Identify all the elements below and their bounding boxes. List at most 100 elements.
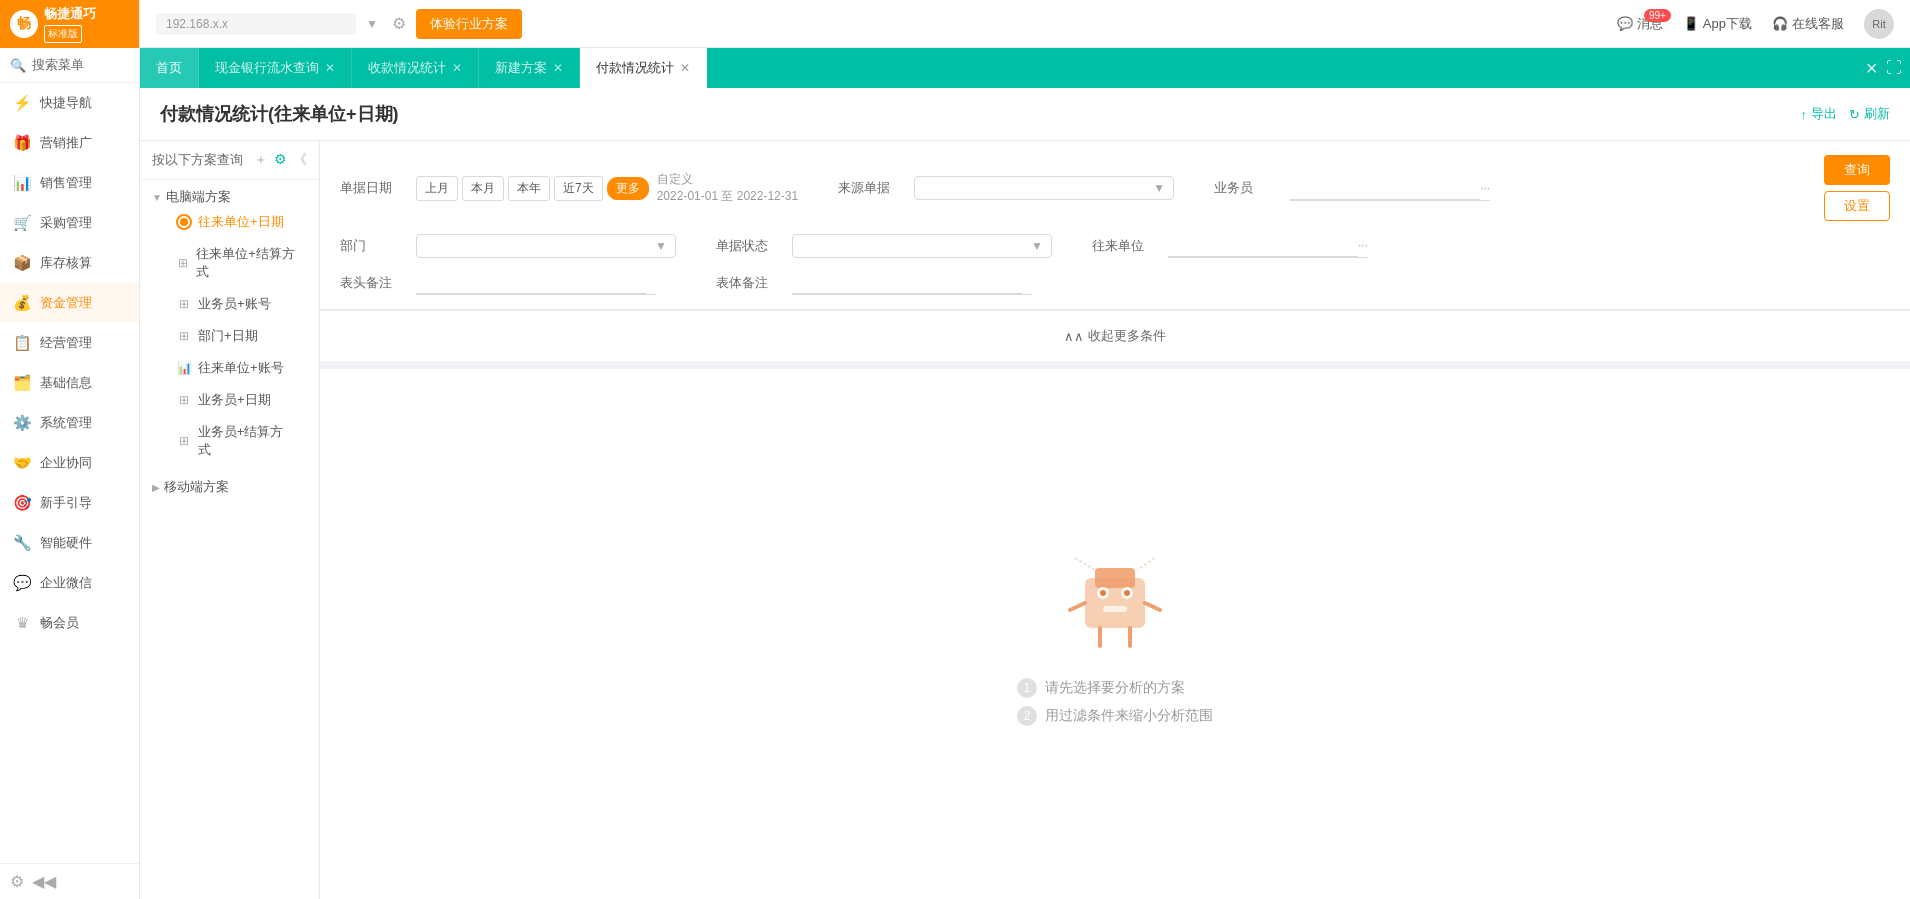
settings-button[interactable]: 设置 [1824,191,1890,221]
scheme-item-partner-account[interactable]: 📊 往来单位+账号 [152,352,307,384]
search-label: 搜索菜单 [32,56,84,74]
date-btn-7days[interactable]: 近7天 [554,176,603,201]
sidebar-item-marketing[interactable]: 🎁 营销推广 [0,123,139,163]
main-area: 192.168.x.x ▼ ⚙ 体验行业方案 💬 消息 99+ 📱 App下载 … [140,0,1910,899]
scheme-item-label: 业务员+结算方式 [198,423,295,459]
sidebar-item-hardware[interactable]: 🔧 智能硬件 [0,523,139,563]
tab-bar: 首页 现金银行流水查询 ✕ 收款情况统计 ✕ 新建方案 ✕ 付款情况统计 ✕ ✕… [140,48,1910,88]
settings-footer-icon[interactable]: ⚙ [10,872,24,891]
purchase-icon: 🛒 [12,213,32,233]
collapse-filters-button[interactable]: ∧∧ 收起更多条件 [1044,321,1186,351]
svg-point-5 [1124,590,1130,596]
content-body: 按以下方案查询 ＋ ⚙ 《 ▼ 电脑端方案 [140,141,1910,899]
dept-select[interactable]: ▼ [416,234,676,258]
collapse-sidebar-icon[interactable]: ◀◀ [32,872,56,891]
sidebar-item-label: 基础信息 [40,374,92,392]
sidebar-item-inventory[interactable]: 📦 库存核算 [0,243,139,283]
scheme-panel-title: 按以下方案查询 [152,151,248,169]
settings-scheme-icon[interactable]: ⚙ [274,151,287,169]
sidebar-item-purchase[interactable]: 🛒 采购管理 [0,203,139,243]
svg-point-4 [1100,590,1106,596]
sidebar-item-wechat[interactable]: 💬 企业微信 [0,563,139,603]
refresh-button[interactable]: ↻ 刷新 [1849,105,1890,123]
scheme-item-label: 业务员+日期 [198,391,271,409]
source-select[interactable]: ▼ [914,176,1174,200]
scheme-item-dept-date[interactable]: ⊞ 部门+日期 [152,320,307,352]
topbar-settings-icon[interactable]: ⚙ [392,14,406,33]
quick-nav-icon: ⚡ [12,93,32,113]
scheme-item-staff-account[interactable]: ⊞ 业务员+账号 [152,288,307,320]
body-note-input[interactable] [792,270,1022,294]
staff-input[interactable] [1290,176,1480,200]
head-note-input[interactable] [416,270,646,294]
svg-line-8 [1145,603,1160,610]
date-btn-this-month[interactable]: 本月 [462,176,504,201]
tip-1-text: 请先选择要分析的方案 [1045,679,1185,697]
message-action[interactable]: 💬 消息 99+ [1617,15,1663,33]
tip-2-text: 用过滤条件来缩小分析范围 [1045,707,1213,725]
sidebar-item-label: 系统管理 [40,414,92,432]
sidebar-item-guide[interactable]: 🎯 新手引导 [0,483,139,523]
sidebar-item-sales[interactable]: 📊 销售管理 [0,163,139,203]
scheme-item-partner-settlement[interactable]: ⊞ 往来单位+结算方式 [152,238,307,288]
user-avatar[interactable]: Rit [1864,9,1894,39]
collapse-panel-icon[interactable]: 《 [293,151,307,169]
status-select[interactable]: ▼ [792,234,1052,258]
service-action[interactable]: 🎧 在线客服 [1772,15,1844,33]
address-dropdown-icon[interactable]: ▼ [366,17,378,31]
guide-icon: 🎯 [12,493,32,513]
sidebar-item-collab[interactable]: 🤝 企业协同 [0,443,139,483]
date-btn-this-year[interactable]: 本年 [508,176,550,201]
dept-label: 部门 [340,237,396,255]
scheme-panel: 按以下方案查询 ＋ ⚙ 《 ▼ 电脑端方案 [140,141,320,899]
sidebar-item-label: 快捷导航 [40,94,92,112]
sidebar-item-system[interactable]: ⚙️ 系统管理 [0,403,139,443]
sidebar-item-label: 采购管理 [40,214,92,232]
close-all-tabs-button[interactable]: ✕ [1865,59,1878,78]
sidebar-item-quick-nav[interactable]: ⚡ 快捷导航 [0,83,139,123]
tab-receipt-close[interactable]: ✕ [452,61,462,75]
empty-state: 1 请先选择要分析的方案 2 用过滤条件来缩小分析范围 [320,369,1910,899]
sidebar-item-member[interactable]: ♛ 畅会员 [0,603,139,643]
tab-new-scheme[interactable]: 新建方案 ✕ [479,48,580,88]
scheme-item-staff-settlement[interactable]: ⊞ 业务员+结算方式 [152,416,307,466]
empty-tip-1: 1 请先选择要分析的方案 [1017,678,1213,698]
export-button[interactable]: ↑ 导出 [1801,105,1838,123]
scheme-item-staff-date[interactable]: ⊞ 业务员+日期 [152,384,307,416]
message-icon: 💬 [1617,16,1633,31]
sidebar-item-basic[interactable]: 🗂️ 基础信息 [0,363,139,403]
sidebar-item-finance[interactable]: 💰 资金管理 [0,283,139,323]
fullscreen-button[interactable]: ⛶ [1886,59,1902,77]
tab-home[interactable]: 首页 [140,48,199,88]
tab-payment-close[interactable]: ✕ [680,61,690,75]
sidebar-item-operations[interactable]: 📋 经营管理 [0,323,139,363]
tab-payment[interactable]: 付款情况统计 ✕ [580,48,707,88]
partner-ellipsis-icon[interactable]: ··· [1358,238,1368,252]
partner-input[interactable] [1168,233,1358,257]
scheme-table-icon: ⊞ [176,392,192,408]
scheme-item-label: 往来单位+日期 [198,213,284,231]
date-btn-more[interactable]: 更多 [607,177,649,200]
app-download-action[interactable]: 📱 App下载 [1683,15,1752,33]
search-menu[interactable]: 🔍 搜索菜单 [0,48,139,83]
date-btn-last-month[interactable]: 上月 [416,176,458,201]
add-scheme-icon[interactable]: ＋ [254,151,268,169]
query-button[interactable]: 查询 [1824,155,1890,185]
filter-row-3: 表头备注 表体备注 [340,270,1890,295]
tab-bank[interactable]: 现金银行流水查询 ✕ [199,48,352,88]
trial-button[interactable]: 体验行业方案 [416,9,522,39]
tab-bank-close[interactable]: ✕ [325,61,335,75]
tab-new-scheme-close[interactable]: ✕ [553,61,563,75]
desktop-category-header[interactable]: ▼ 电脑端方案 [152,188,307,206]
tab-receipt[interactable]: 收款情况统计 ✕ [352,48,479,88]
scheme-item-partner-date[interactable]: 往来单位+日期 [152,206,307,238]
inventory-icon: 📦 [12,253,32,273]
scheme-chart-icon: 📊 [176,360,192,376]
tab-bank-label: 现金银行流水查询 [215,59,319,77]
svg-rect-6 [1103,606,1127,612]
sidebar-item-label: 企业协同 [40,454,92,472]
staff-ellipsis-icon[interactable]: ··· [1480,181,1490,195]
chevron-up-icon: ∧∧ [1064,329,1084,344]
search-icon: 🔍 [10,58,26,73]
mobile-category-header[interactable]: ▶ 移动端方案 [152,478,307,496]
